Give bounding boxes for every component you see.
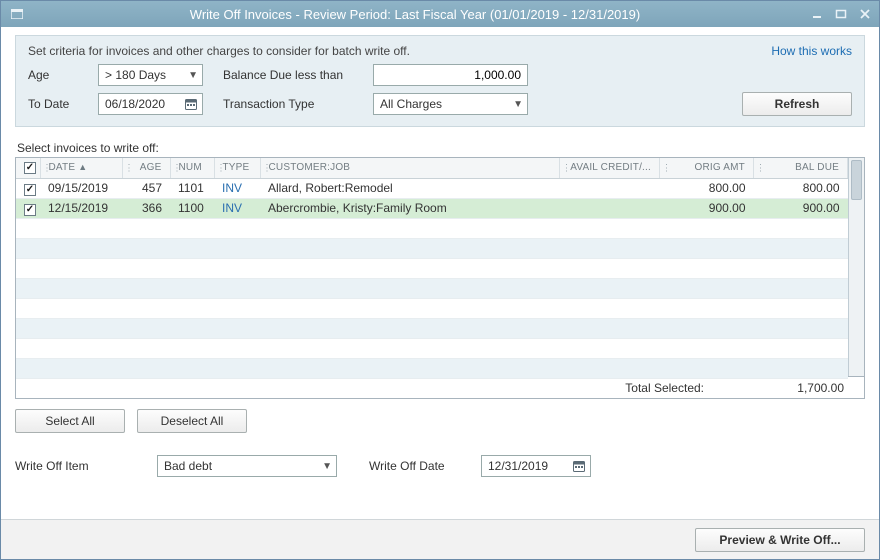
table-caption: Select invoices to write off: [17,141,865,155]
total-row: Total Selected: 1,700.00 [15,377,865,399]
chevron-down-icon: ▼ [322,461,332,472]
col-type[interactable]: ⋮TYPE [214,158,260,178]
cell-avail [560,198,660,218]
criteria-description: Set criteria for invoices and other char… [28,44,410,58]
table-row[interactable]: 09/15/20194571101INVAllard, Robert:Remod… [16,178,848,198]
total-value: 1,700.00 [744,381,864,395]
col-customer[interactable]: ⋮CUSTOMER:JOB [260,158,560,178]
to-date-input[interactable]: 06/18/2020 [98,93,203,115]
cell-bal: 800.00 [754,178,848,198]
cell-num: 1100 [170,198,214,218]
cell-type[interactable]: INV [214,178,260,198]
row-checkbox[interactable] [16,198,40,218]
cell-date: 09/15/2019 [40,178,122,198]
cell-age: 457 [122,178,170,198]
table-header-row: ⋮DATE▲ ⋮AGE ⋮NUM ⋮TYPE ⋮CUSTOMER:JOB ⋮AV… [16,158,848,178]
table-row [16,258,848,278]
txn-type-label: Transaction Type [223,97,373,111]
scrollbar-thumb[interactable] [851,160,862,200]
cell-customer: Allard, Robert:Remodel [260,178,560,198]
title-bar: Write Off Invoices - Review Period: Last… [1,1,879,27]
cell-customer: Abercrombie, Kristy:Family Room [260,198,560,218]
table-row[interactable]: 12/15/20193661100INVAbercrombie, Kristy:… [16,198,848,218]
col-date[interactable]: ⋮DATE▲ [40,158,122,178]
balance-due-input[interactable] [373,64,528,86]
select-all-button[interactable]: Select All [15,409,125,433]
cell-age: 366 [122,198,170,218]
table-row [16,318,848,338]
cell-num: 1101 [170,178,214,198]
col-checkbox[interactable] [16,158,40,178]
table-row [16,358,848,378]
workspace-icon[interactable] [9,7,25,21]
col-orig-amt[interactable]: ⋮ORIG AMT [660,158,754,178]
preview-writeoff-button[interactable]: Preview & Write Off... [695,528,865,552]
table-row [16,238,848,258]
row-checkbox[interactable] [16,178,40,198]
age-label: Age [28,68,98,82]
balance-due-label: Balance Due less than [223,68,373,82]
writeoff-date-value: 12/31/2019 [488,459,548,473]
invoice-table: ⋮DATE▲ ⋮AGE ⋮NUM ⋮TYPE ⋮CUSTOMER:JOB ⋮AV… [15,157,865,377]
age-select[interactable]: > 180 Days ▼ [98,64,203,86]
writeoff-item-value: Bad debt [164,459,212,473]
cell-bal: 900.00 [754,198,848,218]
col-bal-due[interactable]: ⋮BAL DUE [754,158,848,178]
criteria-panel: Set criteria for invoices and other char… [15,35,865,127]
total-label: Total Selected: [625,381,704,395]
close-button[interactable] [857,7,873,21]
table-scrollbar[interactable] [848,158,864,376]
cell-date: 12/15/2019 [40,198,122,218]
chevron-down-icon: ▼ [513,99,523,110]
txn-type-value: All Charges [380,97,442,111]
col-avail-credit[interactable]: ⋮AVAIL CREDIT/... [560,158,660,178]
writeoff-item-label: Write Off Item [15,459,145,473]
writeoff-item-select[interactable]: Bad debt ▼ [157,455,337,477]
refresh-button[interactable]: Refresh [742,92,852,116]
cell-avail [560,178,660,198]
window: Write Off Invoices - Review Period: Last… [0,0,880,560]
table-row [16,218,848,238]
header-checkbox[interactable] [24,162,36,174]
deselect-all-button[interactable]: Deselect All [137,409,247,433]
content-area: Set criteria for invoices and other char… [1,27,879,519]
maximize-button[interactable] [833,7,849,21]
to-date-value: 06/18/2020 [105,97,165,111]
table-row [16,338,848,358]
minimize-button[interactable] [809,7,825,21]
table-row [16,298,848,318]
chevron-down-icon: ▼ [188,70,198,81]
cell-type[interactable]: INV [214,198,260,218]
age-select-value: > 180 Days [105,68,166,82]
txn-type-select[interactable]: All Charges ▼ [373,93,528,115]
col-num[interactable]: ⋮NUM [170,158,214,178]
to-date-label: To Date [28,97,98,111]
cell-orig: 900.00 [660,198,754,218]
window-title: Write Off Invoices - Review Period: Last… [27,7,803,22]
writeoff-date-label: Write Off Date [369,459,469,473]
col-age[interactable]: ⋮AGE [122,158,170,178]
how-this-works-link[interactable]: How this works [771,44,852,58]
writeoff-date-input[interactable]: 12/31/2019 [481,455,591,477]
table-row [16,278,848,298]
calendar-icon[interactable] [184,97,198,111]
cell-orig: 800.00 [660,178,754,198]
footer-bar: Preview & Write Off... [1,519,879,559]
calendar-icon[interactable] [572,459,586,473]
